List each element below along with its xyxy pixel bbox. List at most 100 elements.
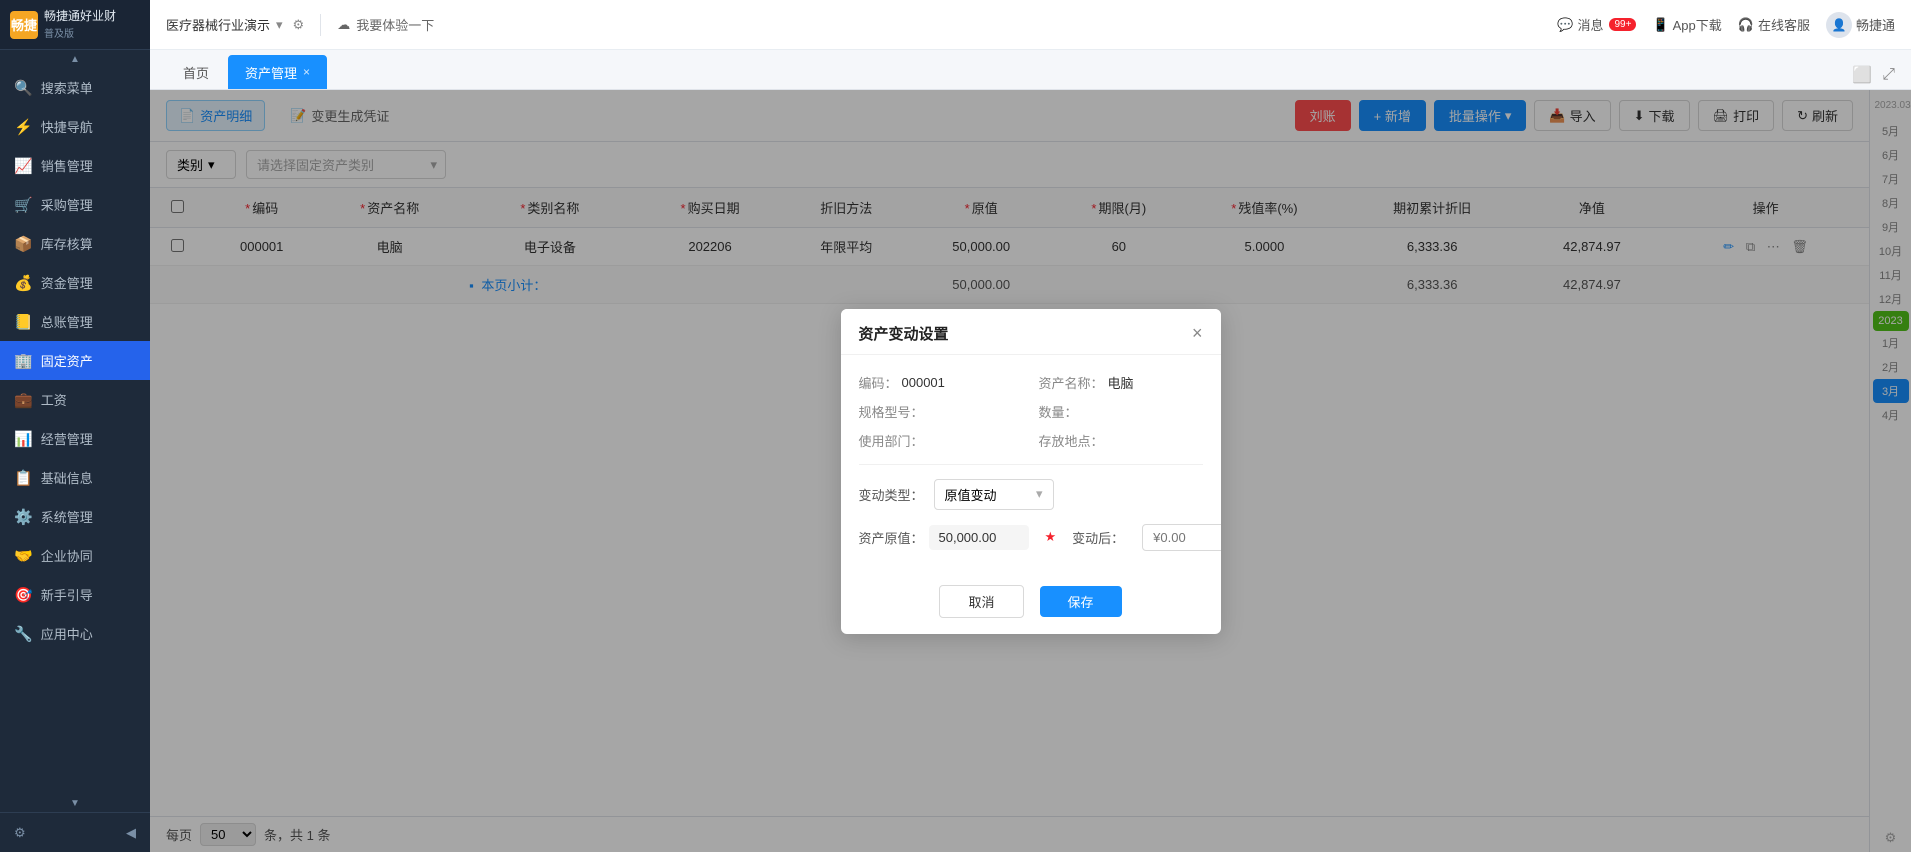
asset-original-label: 资产原值： [859, 528, 919, 547]
ledger-icon: 📒 [14, 313, 33, 331]
app-icon: 📱 [1652, 17, 1668, 33]
tab-controls: ⬜ ⤢ [1852, 65, 1895, 89]
apps-icon: 🔧 [14, 625, 33, 643]
modal-body: 编码： 000001 资产名称： 电脑 规格型号： 数量： [841, 355, 1221, 575]
sidebar: 畅捷 畅捷通好业财 普及版 ▲ 🔍 搜索菜单 ⚡ 快捷导航 📈 销售管理 🛒 采… [0, 0, 150, 852]
sidebar-item-label-collab: 企业协同 [41, 546, 93, 565]
message-btn[interactable]: 💬 消息 99+ [1557, 15, 1636, 34]
sidebar-item-label-system: 系统管理 [41, 507, 93, 526]
sidebar-item-sales[interactable]: 📈 销售管理 [0, 146, 150, 185]
sidebar-item-quicknav[interactable]: ⚡ 快捷导航 [0, 107, 150, 146]
sidebar-item-payroll[interactable]: 💼 工资 [0, 380, 150, 419]
sidebar-item-operations[interactable]: 📊 经营管理 [0, 419, 150, 458]
sidebar-item-label-basic-info: 基础信息 [41, 468, 93, 487]
location-label: 存放地点： [1039, 431, 1104, 450]
sidebar-item-label-ledger: 总账管理 [41, 312, 93, 331]
search-icon: 🔍 [14, 79, 33, 97]
service-icon: 🎧 [1738, 17, 1754, 33]
sidebar-logo: 畅捷 畅捷通好业财 普及版 [0, 0, 150, 50]
customer-service-label: 在线客服 [1758, 15, 1810, 34]
message-badge: 99+ [1609, 18, 1636, 31]
sidebar-item-label-fixed-assets: 固定资产 [41, 351, 93, 370]
payroll-icon: 💼 [14, 391, 33, 409]
sidebar-item-label-inventory: 库存核算 [41, 234, 93, 253]
sidebar-item-label-search: 搜索菜单 [41, 78, 93, 97]
fixed-assets-icon: 🏢 [14, 352, 33, 370]
sidebar-item-label-purchase: 采购管理 [41, 195, 93, 214]
quantity-label: 数量： [1039, 402, 1078, 421]
modal-close-btn[interactable]: × [1192, 323, 1203, 344]
logo-icon: 畅捷 [10, 11, 38, 39]
change-type-select[interactable]: 原值变动 ▾ [934, 479, 1054, 510]
sidebar-item-label-funds: 资金管理 [41, 273, 93, 292]
change-type-chevron: ▾ [1036, 486, 1043, 502]
operations-icon: 📊 [14, 430, 33, 448]
customer-service-btn[interactable]: 🎧 在线客服 [1738, 15, 1810, 34]
sidebar-scroll-up[interactable]: ▲ [68, 52, 82, 66]
sidebar-item-basic-info[interactable]: 📋 基础信息 [0, 458, 150, 497]
tab-asset-management[interactable]: 资产管理 × [228, 55, 327, 89]
tab-expand-btn[interactable]: ⤢ [1882, 66, 1895, 84]
sidebar-scroll-down[interactable]: ▼ [68, 796, 82, 810]
asset-name-label: 资产名称： [1039, 373, 1104, 392]
modal-location-item: 存放地点： [1039, 431, 1203, 450]
app-download-btn[interactable]: 📱 App下载 [1652, 15, 1721, 34]
basic-info-icon: 📋 [14, 469, 33, 487]
topbar-gear-icon[interactable]: ⚙ [293, 17, 305, 33]
sales-icon: 📈 [14, 157, 33, 175]
sidebar-item-apps[interactable]: 🔧 应用中心 [0, 614, 150, 653]
sidebar-bottom: ⚙ ◀ [0, 812, 150, 852]
topbar-divider [320, 14, 321, 36]
sidebar-item-inventory[interactable]: 📦 库存核算 [0, 224, 150, 263]
experience-btn[interactable]: ☁ 我要体验一下 [337, 15, 434, 34]
change-type-row: 变动类型： 原值变动 ▾ [859, 479, 1203, 510]
guide-icon: 🎯 [14, 586, 33, 604]
required-star: ★ [1045, 529, 1057, 545]
system-icon: ⚙️ [14, 508, 33, 526]
sidebar-item-funds[interactable]: 💰 资金管理 [0, 263, 150, 302]
sidebar-item-guide[interactable]: 🎯 新手引导 [0, 575, 150, 614]
sidebar-item-search[interactable]: 🔍 搜索菜单 [0, 68, 150, 107]
logo-text-block: 畅捷通好业财 普及版 [44, 9, 116, 40]
sidebar-item-ledger[interactable]: 📒 总账管理 [0, 302, 150, 341]
change-type-value: 原值变动 [945, 485, 997, 504]
collapse-icon[interactable]: ◀ [126, 825, 136, 841]
sidebar-item-label-payroll: 工资 [41, 390, 67, 409]
tab-home[interactable]: 首页 [166, 55, 226, 89]
company-name: 医疗器械行业演示 [166, 15, 270, 34]
message-label: 消息 [1577, 15, 1603, 34]
company-selector[interactable]: 医疗器械行业演示 ▾ [166, 15, 283, 34]
sidebar-item-purchase[interactable]: 🛒 采购管理 [0, 185, 150, 224]
cancel-button[interactable]: 取消 [939, 585, 1023, 618]
modal-info-grid: 编码： 000001 资产名称： 电脑 规格型号： 数量： [859, 373, 1203, 450]
tabs-bar: 首页 资产管理 × ⬜ ⤢ [150, 50, 1911, 90]
department-label: 使用部门： [859, 431, 924, 450]
sidebar-item-system[interactable]: ⚙️ 系统管理 [0, 497, 150, 536]
sidebar-item-fixed-assets[interactable]: 🏢 固定资产 [0, 341, 150, 380]
modal-overlay: 资产变动设置 × 编码： 000001 资产名称： 电脑 [150, 90, 1911, 852]
sidebar-item-label-operations: 经营管理 [41, 429, 93, 448]
sidebar-item-collab[interactable]: 🤝 企业协同 [0, 536, 150, 575]
after-change-label: 变动后： [1072, 528, 1132, 547]
spec-label: 规格型号： [859, 402, 924, 421]
asset-value-row: 资产原值： 50,000.00 ★ 变动后： [859, 524, 1203, 551]
save-button[interactable]: 保存 [1040, 586, 1122, 617]
quicknav-icon: ⚡ [14, 118, 33, 136]
user-name: 畅捷通 [1856, 15, 1895, 34]
user-avatar-area[interactable]: 👤 畅捷通 [1826, 12, 1895, 38]
modal-spec-item: 规格型号： [859, 402, 1023, 421]
purchase-icon: 🛒 [14, 196, 33, 214]
tab-close-icon[interactable]: × [303, 65, 310, 79]
modal-footer: 取消 保存 [841, 575, 1221, 634]
asset-original-value: 50,000.00 [929, 525, 1029, 550]
after-change-input[interactable] [1142, 524, 1220, 551]
funds-icon: 💰 [14, 274, 33, 292]
main-area: 医疗器械行业演示 ▾ ⚙ ☁ 我要体验一下 💬 消息 99+ 📱 App下载 🎧… [150, 0, 1911, 852]
logo-title: 畅捷通好业财 [44, 9, 116, 25]
code-label: 编码： [859, 373, 898, 392]
asset-name-value: 电脑 [1108, 373, 1134, 392]
asset-change-modal: 资产变动设置 × 编码： 000001 资产名称： 电脑 [841, 309, 1221, 634]
sidebar-item-label-guide: 新手引导 [41, 585, 93, 604]
settings-icon[interactable]: ⚙ [14, 825, 26, 841]
tab-restore-btn[interactable]: ⬜ [1852, 65, 1872, 85]
